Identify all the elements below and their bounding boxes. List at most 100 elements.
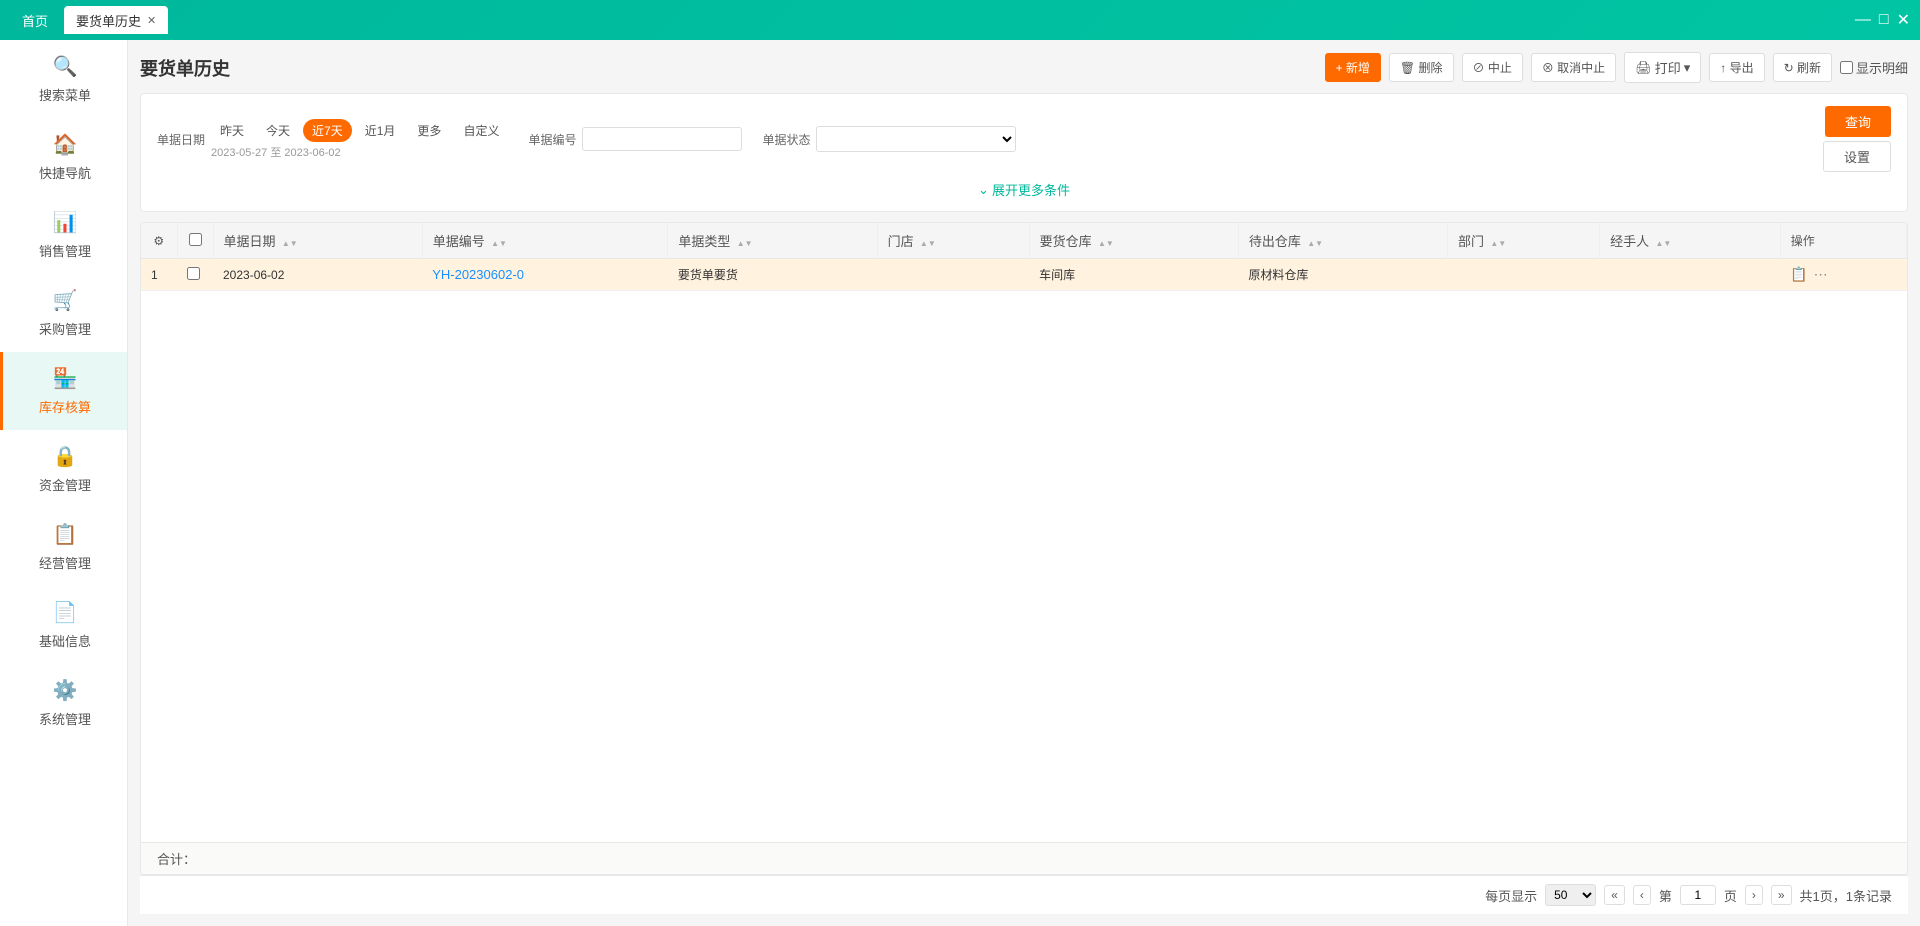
query-buttons: 查询 设置 bbox=[1823, 106, 1891, 172]
tab-close-icon[interactable]: ✕ bbox=[147, 14, 156, 27]
sidebar-item-system-mgmt-label: 系统管理 bbox=[39, 709, 91, 728]
page-label: 第 bbox=[1659, 886, 1672, 905]
page-title: 要货单历史 bbox=[140, 55, 230, 81]
search-menu-icon: 🔍 bbox=[53, 54, 78, 79]
sidebar-item-inventory[interactable]: 🏪 库存核算 bbox=[0, 352, 127, 430]
pagination-bar: 每页显示 50 20 100 200 « ‹ 第 页 › » 共1页，1条记录 bbox=[140, 875, 1908, 914]
sidebar-item-basic-info[interactable]: 📄 基础信息 bbox=[0, 586, 127, 664]
window-close[interactable]: ✕ bbox=[1897, 10, 1910, 30]
prev-page-button[interactable]: ‹ bbox=[1633, 885, 1651, 905]
status-select[interactable] bbox=[816, 126, 1016, 152]
refresh-button[interactable]: ↻ 刷新 bbox=[1773, 53, 1832, 82]
table-footer: 合计： bbox=[141, 842, 1907, 874]
tab-home[interactable]: 首页 bbox=[10, 6, 60, 34]
action-icons-group: 📋 ⋯ bbox=[1790, 266, 1896, 283]
finance-icon: 🔒 bbox=[53, 444, 78, 469]
sort-order-no-icon[interactable]: ▲▼ bbox=[491, 240, 507, 248]
data-table: ⚙ 单据日期 ▲▼ 单据编号 ▲▼ bbox=[141, 223, 1907, 291]
th-checkbox[interactable] bbox=[177, 223, 213, 259]
top-bar: 首页 要货单历史 ✕ — □ ✕ bbox=[0, 0, 1920, 40]
date-btn-today[interactable]: 今天 bbox=[257, 119, 299, 142]
order-no-link[interactable]: YH-20230602-0 bbox=[432, 267, 524, 282]
show-detail-input[interactable] bbox=[1840, 61, 1853, 74]
sidebar-item-ops-mgmt[interactable]: 📋 经营管理 bbox=[0, 508, 127, 586]
filter-row-1: 单据日期 昨天 今天 近7天 近1月 更多 自定义 2023-05-27 至 2… bbox=[157, 106, 1891, 172]
date-buttons: 昨天 今天 近7天 近1月 更多 自定义 bbox=[211, 119, 508, 142]
sort-req-warehouse-icon[interactable]: ▲▼ bbox=[1098, 240, 1114, 248]
last-page-button[interactable]: » bbox=[1771, 885, 1792, 905]
window-minimize[interactable]: — bbox=[1855, 11, 1871, 29]
th-date: 单据日期 ▲▼ bbox=[213, 223, 422, 259]
tab-requisition-history[interactable]: 要货单历史 ✕ bbox=[64, 6, 168, 34]
stop-button[interactable]: ⊘ 中止 bbox=[1462, 53, 1523, 82]
th-action: 操作 bbox=[1780, 223, 1906, 259]
sort-date-icon[interactable]: ▲▼ bbox=[282, 240, 298, 248]
status-filter: 单据状态 bbox=[762, 126, 1016, 152]
query-button[interactable]: 查询 bbox=[1825, 106, 1891, 137]
sidebar-item-inventory-label: 库存核算 bbox=[39, 397, 91, 416]
sort-handler-icon[interactable]: ▲▼ bbox=[1655, 240, 1671, 248]
th-handler: 经手人 ▲▼ bbox=[1600, 223, 1781, 259]
sidebar-item-sales-mgmt-label: 销售管理 bbox=[39, 241, 91, 260]
cancel-stop-button[interactable]: ⊗ 取消中止 bbox=[1531, 53, 1616, 82]
new-button[interactable]: + 新增 bbox=[1325, 53, 1381, 82]
date-btn-yesterday[interactable]: 昨天 bbox=[211, 119, 253, 142]
row-department bbox=[1448, 259, 1600, 291]
page-number-input[interactable] bbox=[1680, 885, 1716, 905]
page-size-select[interactable]: 50 20 100 200 bbox=[1545, 884, 1596, 906]
date-btn-1month[interactable]: 近1月 bbox=[356, 119, 405, 142]
print-icon: 🖨 bbox=[1635, 60, 1652, 76]
first-page-button[interactable]: « bbox=[1604, 885, 1625, 905]
filter-area: 单据日期 昨天 今天 近7天 近1月 更多 自定义 2023-05-27 至 2… bbox=[140, 93, 1908, 212]
sidebar-item-quick-nav-label: 快捷导航 bbox=[39, 163, 91, 182]
basic-info-icon: 📄 bbox=[53, 600, 78, 625]
table-scroll[interactable]: ⚙ 单据日期 ▲▼ 单据编号 ▲▼ bbox=[141, 223, 1907, 842]
page-size-label: 每页显示 bbox=[1485, 886, 1537, 905]
order-no-input[interactable] bbox=[582, 127, 742, 151]
view-action-icon[interactable]: 📋 bbox=[1790, 266, 1807, 283]
sidebar-item-system-mgmt[interactable]: ⚙️ 系统管理 bbox=[0, 664, 127, 742]
row-select-checkbox[interactable] bbox=[187, 267, 200, 280]
expand-conditions-button[interactable]: ⌄ 展开更多条件 bbox=[978, 180, 1070, 199]
row-req-warehouse: 车间库 bbox=[1029, 259, 1238, 291]
th-req-warehouse: 要货仓库 ▲▼ bbox=[1029, 223, 1238, 259]
export-button[interactable]: ↑ 导出 bbox=[1709, 53, 1764, 82]
date-buttons-group: 昨天 今天 近7天 近1月 更多 自定义 2023-05-27 至 2023-0… bbox=[211, 119, 508, 160]
sidebar-item-quick-nav[interactable]: 🏠 快捷导航 bbox=[0, 118, 127, 196]
home-icon: 🏠 bbox=[53, 132, 78, 157]
order-no-filter: 单据编号 bbox=[528, 127, 742, 151]
date-filter-label: 单据日期 bbox=[157, 131, 205, 148]
row-checkbox[interactable] bbox=[177, 259, 213, 291]
sort-store-icon[interactable]: ▲▼ bbox=[920, 240, 936, 248]
th-settings[interactable]: ⚙ bbox=[141, 223, 177, 259]
sidebar-item-finance-mgmt-label: 资金管理 bbox=[39, 475, 91, 494]
next-page-button[interactable]: › bbox=[1745, 885, 1763, 905]
select-all-checkbox[interactable] bbox=[189, 233, 202, 246]
order-no-label: 单据编号 bbox=[528, 131, 576, 148]
delete-button[interactable]: 🗑 删除 bbox=[1389, 53, 1454, 82]
inventory-icon: 🏪 bbox=[53, 366, 78, 391]
sort-pending-warehouse-icon[interactable]: ▲▼ bbox=[1307, 240, 1323, 248]
row-actions: 📋 ⋯ bbox=[1780, 259, 1906, 291]
sidebar-item-sales-mgmt[interactable]: 📊 销售管理 bbox=[0, 196, 127, 274]
status-label: 单据状态 bbox=[762, 131, 810, 148]
sort-order-type-icon[interactable]: ▲▼ bbox=[737, 240, 753, 248]
sidebar-item-finance-mgmt[interactable]: 🔒 资金管理 bbox=[0, 430, 127, 508]
edit-action-icon[interactable]: ⋯ bbox=[1814, 266, 1828, 283]
toolbar: + 新增 🗑 删除 ⊘ 中止 ⊗ 取消中止 🖨 打印 ▾ ↑ 导出 ↻ 刷新 显… bbox=[1325, 52, 1908, 83]
sidebar-item-search-menu[interactable]: 🔍 搜索菜单 bbox=[0, 40, 127, 118]
sidebar-item-ops-mgmt-label: 经营管理 bbox=[39, 553, 91, 572]
date-btn-custom[interactable]: 自定义 bbox=[454, 119, 508, 142]
print-button[interactable]: 🖨 打印 ▾ bbox=[1624, 52, 1701, 83]
date-btn-more[interactable]: 更多 bbox=[408, 119, 450, 142]
setting-button[interactable]: 设置 bbox=[1823, 141, 1891, 172]
sidebar-item-purchase-mgmt[interactable]: 🛒 采购管理 bbox=[0, 274, 127, 352]
row-handler bbox=[1600, 259, 1781, 291]
date-btn-7days[interactable]: 近7天 bbox=[303, 119, 352, 142]
window-maximize[interactable]: □ bbox=[1879, 11, 1889, 29]
page-header: 要货单历史 + 新增 🗑 删除 ⊘ 中止 ⊗ 取消中止 🖨 打印 ▾ ↑ 导出 … bbox=[140, 52, 1908, 83]
sales-icon: 📊 bbox=[53, 210, 78, 235]
show-detail-checkbox[interactable]: 显示明细 bbox=[1840, 58, 1908, 77]
table-container: ⚙ 单据日期 ▲▼ 单据编号 ▲▼ bbox=[140, 222, 1908, 875]
sort-department-icon[interactable]: ▲▼ bbox=[1490, 240, 1506, 248]
